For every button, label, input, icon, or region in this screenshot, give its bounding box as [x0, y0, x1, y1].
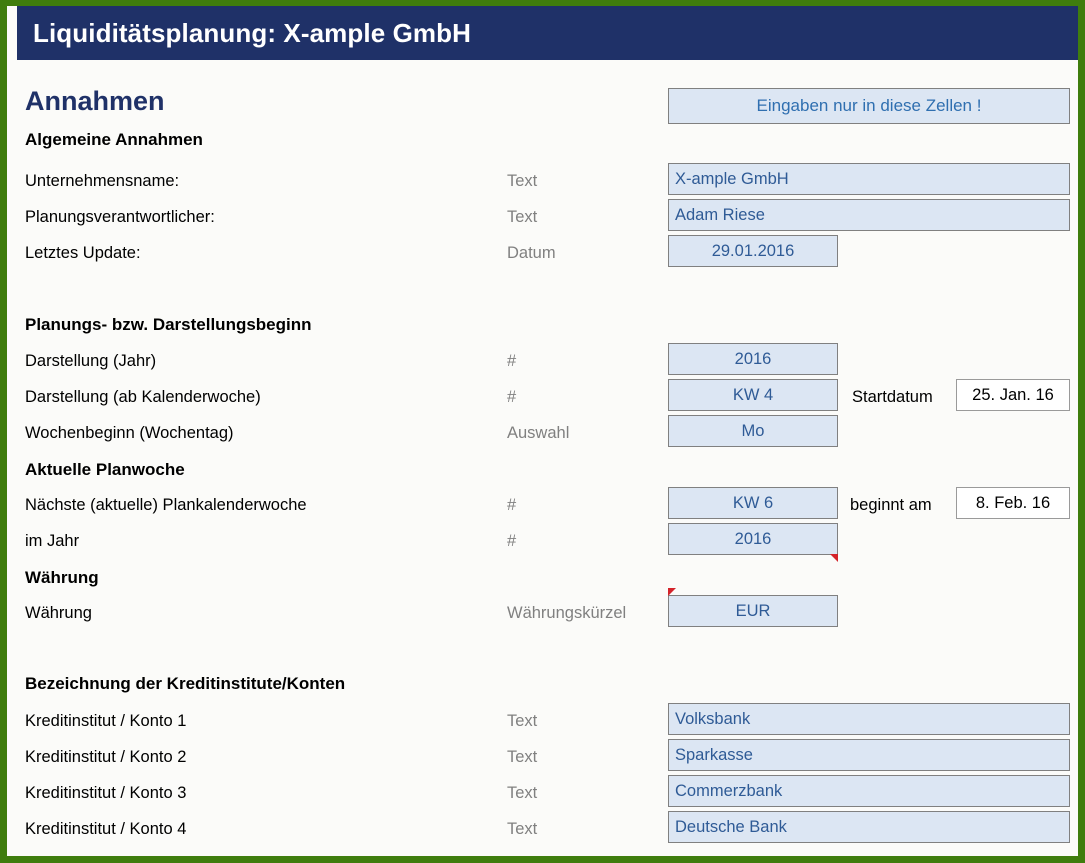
type-hint-darstellung-jahr: # [507, 352, 516, 371]
label-kreditinstitut-3: Kreditinstitut / Konto 3 [25, 784, 186, 803]
title-bar: Liquiditätsplanung: X-ample GmbH [17, 6, 1078, 60]
type-hint-unternehmensname: Text [507, 172, 537, 191]
worksheet-surface: Liquiditätsplanung: X-ample GmbH Annahme… [7, 6, 1078, 856]
type-hint-waehrung: Währungskürzel [507, 604, 626, 623]
worksheet-body: Annahmen Eingaben nur in diese Zellen ! … [7, 60, 1078, 856]
input-planungsverantwortlicher[interactable]: Adam Riese [668, 199, 1070, 231]
label-kreditinstitut-1: Kreditinstitut / Konto 1 [25, 712, 186, 731]
label-kreditinstitut-4: Kreditinstitut / Konto 4 [25, 820, 186, 839]
input-unternehmensname[interactable]: X-ample GmbH [668, 163, 1070, 195]
label-kreditinstitut-2: Kreditinstitut / Konto 2 [25, 748, 186, 767]
input-naechste-plankalenderwoche[interactable]: KW 6 [668, 487, 838, 519]
type-hint-kreditinstitut-3: Text [507, 784, 537, 803]
subsection-title-currency: Währung [25, 568, 99, 588]
input-waehrung[interactable]: EUR [668, 595, 838, 627]
type-hint-im-jahr: # [507, 532, 516, 551]
input-letztes-update[interactable]: 29.01.2016 [668, 235, 838, 267]
label-startdatum: Startdatum [852, 388, 933, 407]
output-startdatum: 25. Jan. 16 [956, 379, 1070, 411]
comment-marker-icon-im-jahr [830, 554, 838, 562]
input-kreditinstitut-2[interactable]: Sparkasse [668, 739, 1070, 771]
spreadsheet-page: Liquiditätsplanung: X-ample GmbH Annahme… [0, 0, 1085, 863]
comment-marker-icon-waehrung [668, 588, 676, 596]
label-waehrung: Währung [25, 604, 92, 623]
label-planungsverantwortlicher: Planungsverantwortlicher: [25, 208, 215, 227]
input-kreditinstitut-3[interactable]: Commerzbank [668, 775, 1070, 807]
type-hint-kreditinstitut-1: Text [507, 712, 537, 731]
page-title: Liquiditätsplanung: X-ample GmbH [17, 18, 471, 49]
type-hint-wochenbeginn: Auswahl [507, 424, 569, 443]
label-darstellung-kalenderwoche: Darstellung (ab Kalenderwoche) [25, 388, 261, 407]
type-hint-planungsverantwortlicher: Text [507, 208, 537, 227]
type-hint-darstellung-kalenderwoche: # [507, 388, 516, 407]
input-darstellung-jahr[interactable]: 2016 [668, 343, 838, 375]
subsection-title-planning-start: Planungs- bzw. Darstellungsbeginn [25, 315, 312, 335]
label-wochenbeginn: Wochenbeginn (Wochentag) [25, 424, 234, 443]
type-hint-kreditinstitut-4: Text [507, 820, 537, 839]
label-im-jahr: im Jahr [25, 532, 79, 551]
input-im-jahr[interactable]: 2016 [668, 523, 838, 555]
type-hint-kreditinstitut-2: Text [507, 748, 537, 767]
subsection-title-accounts: Bezeichnung der Kreditinstitute/Konten [25, 674, 345, 694]
input-kreditinstitut-4[interactable]: Deutsche Bank [668, 811, 1070, 843]
input-darstellung-kalenderwoche[interactable]: KW 4 [668, 379, 838, 411]
type-hint-letztes-update: Datum [507, 244, 556, 263]
subsection-title-current-week: Aktuelle Planwoche [25, 460, 185, 480]
label-letztes-update: Letztes Update: [25, 244, 141, 263]
label-darstellung-jahr: Darstellung (Jahr) [25, 352, 156, 371]
label-naechste-plankalenderwoche: Nächste (aktuelle) Plankalenderwoche [25, 496, 307, 515]
output-beginnt-am: 8. Feb. 16 [956, 487, 1070, 519]
subsection-title-general: Algemeine Annahmen [25, 130, 203, 150]
input-kreditinstitut-1[interactable]: Volksbank [668, 703, 1070, 735]
label-unternehmensname: Unternehmensname: [25, 172, 179, 191]
label-beginnt-am: beginnt am [850, 496, 932, 515]
section-heading-annahmen: Annahmen [25, 86, 165, 117]
input-legend-button[interactable]: Eingaben nur in diese Zellen ! [668, 88, 1070, 124]
type-hint-naechste-plankalenderwoche: # [507, 496, 516, 515]
input-wochenbeginn[interactable]: Mo [668, 415, 838, 447]
